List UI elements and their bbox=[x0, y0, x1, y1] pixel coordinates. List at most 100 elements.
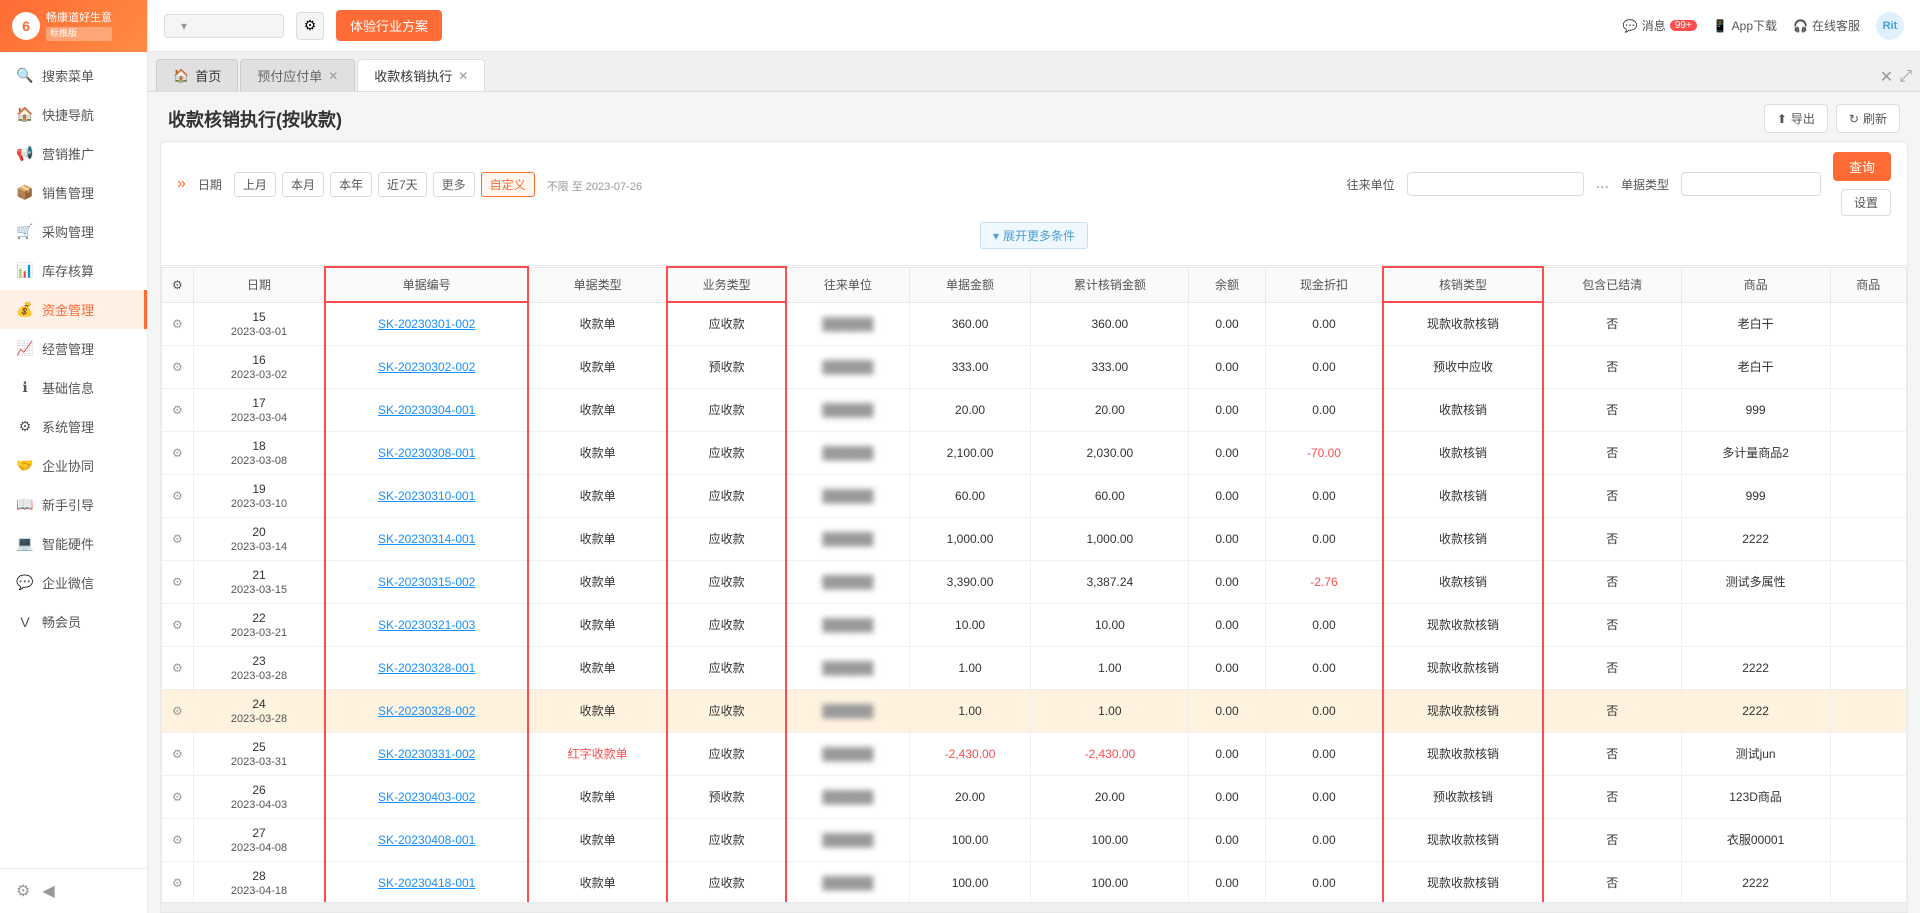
td-single-no-7[interactable]: SK-20230321-003 bbox=[325, 603, 528, 646]
filter-right-actions: 查询 设置 bbox=[1833, 152, 1891, 216]
td-counterpart-0: ██████ bbox=[786, 302, 909, 345]
counterpart-input[interactable] bbox=[1407, 172, 1584, 196]
online-service-btn[interactable]: 🎧 在线客服 bbox=[1793, 17, 1860, 34]
expand-more-btn[interactable]: ▾ 展开更多条件 bbox=[980, 222, 1088, 249]
td-amount-12: 100.00 bbox=[909, 818, 1031, 861]
td-single-no-1[interactable]: SK-20230302-002 bbox=[325, 345, 528, 388]
table-scrollbar[interactable] bbox=[160, 903, 1908, 913]
td-settings-13[interactable]: ⚙ bbox=[162, 861, 194, 903]
td-single-no-0[interactable]: SK-20230301-002 bbox=[325, 302, 528, 345]
sidebar-item-marketing[interactable]: 📢营销推广 bbox=[0, 134, 147, 173]
industry-btn[interactable]: 体验行业方案 bbox=[336, 10, 442, 41]
sidebar-item-search[interactable]: 🔍搜索菜单 bbox=[0, 56, 147, 95]
tab-verify-close[interactable]: ✕ bbox=[458, 69, 468, 83]
topbar-gear-btn[interactable]: ⚙ bbox=[296, 12, 324, 40]
sidebar-item-hardware[interactable]: 💻智能硬件 bbox=[0, 524, 147, 563]
td-date-3: 182023-03-08 bbox=[193, 431, 325, 474]
td-single-no-13[interactable]: SK-20230418-001 bbox=[325, 861, 528, 903]
th-settings[interactable]: ⚙ bbox=[162, 267, 194, 302]
td-single-type-0: 收款单 bbox=[528, 302, 667, 345]
td-date-12: 272023-04-08 bbox=[193, 818, 325, 861]
more-dates-btn[interactable]: 更多 bbox=[433, 172, 475, 197]
user-avatar[interactable]: Rit bbox=[1876, 12, 1904, 40]
td-settings-12[interactable]: ⚙ bbox=[162, 818, 194, 861]
td-settings-9[interactable]: ⚙ bbox=[162, 689, 194, 732]
custom-date-btn[interactable]: 自定义 bbox=[481, 172, 535, 197]
page-actions: ⬆ 导出 ↻ 刷新 bbox=[1764, 104, 1900, 133]
tab-verify[interactable]: 收款核销执行 ✕ bbox=[357, 59, 485, 91]
td-single-no-8[interactable]: SK-20230328-001 bbox=[325, 646, 528, 689]
sidebar-item-guide[interactable]: 📖新手引导 bbox=[0, 485, 147, 524]
td-single-no-11[interactable]: SK-20230403-002 bbox=[325, 775, 528, 818]
sidebar-item-nav[interactable]: 🏠快捷导航 bbox=[0, 95, 147, 134]
td-settings-3[interactable]: ⚙ bbox=[162, 431, 194, 474]
td-single-no-2[interactable]: SK-20230304-001 bbox=[325, 388, 528, 431]
tab-prepay[interactable]: 预付应付单 ✕ bbox=[240, 59, 355, 91]
td-include-settled-0: 否 bbox=[1543, 302, 1681, 345]
td-settings-4[interactable]: ⚙ bbox=[162, 474, 194, 517]
td-settings-7[interactable]: ⚙ bbox=[162, 603, 194, 646]
td-single-no-10[interactable]: SK-20230331-002 bbox=[325, 732, 528, 775]
this-year-btn[interactable]: 本年 bbox=[330, 172, 372, 197]
sidebar-item-corp[interactable]: 🤝企业协同 bbox=[0, 446, 147, 485]
refresh-btn[interactable]: ↻ 刷新 bbox=[1836, 104, 1900, 133]
query-btn[interactable]: 查询 bbox=[1833, 152, 1891, 181]
export-btn[interactable]: ⬆ 导出 bbox=[1764, 104, 1828, 133]
messages-btn[interactable]: 💬 消息 99+ bbox=[1623, 17, 1697, 34]
voucher-type-select[interactable] bbox=[1681, 172, 1821, 196]
td-single-no-12[interactable]: SK-20230408-001 bbox=[325, 818, 528, 861]
filter-expand-icon[interactable]: » bbox=[177, 175, 186, 193]
td-include-settled-4: 否 bbox=[1543, 474, 1681, 517]
td-settings-11[interactable]: ⚙ bbox=[162, 775, 194, 818]
sidebar-item-operation[interactable]: 📈经营管理 bbox=[0, 329, 147, 368]
expand-tab-icon[interactable]: ⤢ bbox=[1899, 68, 1912, 86]
td-settings-5[interactable]: ⚙ bbox=[162, 517, 194, 560]
td-balance-0: 0.00 bbox=[1189, 302, 1265, 345]
td-settings-8[interactable]: ⚙ bbox=[162, 646, 194, 689]
last-month-btn[interactable]: 上月 bbox=[234, 172, 276, 197]
td-cash-discount-5: 0.00 bbox=[1265, 517, 1383, 560]
td-settings-2[interactable]: ⚙ bbox=[162, 388, 194, 431]
td-settings-1[interactable]: ⚙ bbox=[162, 345, 194, 388]
close-tab-icon[interactable]: ✕ bbox=[1880, 67, 1893, 87]
sidebar-item-purchase[interactable]: 🛒采购管理 bbox=[0, 212, 147, 251]
td-settings-6[interactable]: ⚙ bbox=[162, 560, 194, 603]
td-cash-discount-2: 0.00 bbox=[1265, 388, 1383, 431]
sidebar-label-hardware: 智能硬件 bbox=[42, 534, 94, 553]
this-month-btn[interactable]: 本月 bbox=[282, 172, 324, 197]
sidebar-item-inventory[interactable]: 📊库存核算 bbox=[0, 251, 147, 290]
td-single-no-5[interactable]: SK-20230314-001 bbox=[325, 517, 528, 560]
data-table-container: ⚙ 日期 单据编号 单据类型 业务类型 往来单位 单据金额 累计核销金额 余额 … bbox=[160, 266, 1908, 903]
collapse-icon[interactable]: ◀ bbox=[42, 881, 54, 901]
app-download-btn[interactable]: 📱 App下载 bbox=[1713, 17, 1777, 34]
td-settings-10[interactable]: ⚙ bbox=[162, 732, 194, 775]
td-cumulative-6: 3,387.24 bbox=[1031, 560, 1189, 603]
tab-prepay-close[interactable]: ✕ bbox=[328, 69, 338, 83]
sidebar-item-system[interactable]: ⚙系统管理 bbox=[0, 407, 147, 446]
date-filter-label: 日期 bbox=[198, 176, 222, 193]
sidebar-item-sales[interactable]: 📦销售管理 bbox=[0, 173, 147, 212]
search-icon: 🔍 bbox=[16, 67, 34, 84]
td-biz-type-10: 应收款 bbox=[667, 732, 786, 775]
td-settings-0[interactable]: ⚙ bbox=[162, 302, 194, 345]
settings-btn[interactable]: 设置 bbox=[1841, 189, 1891, 216]
sidebar-item-basic[interactable]: ℹ基础信息 bbox=[0, 368, 147, 407]
td-verify-type-2: 收款核销 bbox=[1383, 388, 1543, 431]
td-balance-1: 0.00 bbox=[1189, 345, 1265, 388]
th-include-settled: 包含已结清 bbox=[1543, 267, 1681, 302]
tab-home[interactable]: 🏠 首页 bbox=[156, 59, 238, 91]
sidebar-item-wechat[interactable]: 💬企业微信 bbox=[0, 563, 147, 602]
company-selector[interactable]: ▾ bbox=[164, 14, 284, 38]
sidebar-item-member[interactable]: V畅会员 bbox=[0, 602, 147, 641]
last-7days-btn[interactable]: 近7天 bbox=[378, 172, 427, 197]
td-single-no-6[interactable]: SK-20230315-002 bbox=[325, 560, 528, 603]
td-date-11: 262023-04-03 bbox=[193, 775, 325, 818]
settings-icon[interactable]: ⚙ bbox=[16, 881, 30, 901]
td-single-no-3[interactable]: SK-20230308-001 bbox=[325, 431, 528, 474]
sidebar-item-finance[interactable]: 💰资金管理 bbox=[0, 290, 147, 329]
td-single-no-4[interactable]: SK-20230310-001 bbox=[325, 474, 528, 517]
td-single-type-3: 收款单 bbox=[528, 431, 667, 474]
td-date-7: 222023-03-21 bbox=[193, 603, 325, 646]
more-options-dots[interactable]: ... bbox=[1596, 175, 1609, 193]
td-single-no-9[interactable]: SK-20230328-002 bbox=[325, 689, 528, 732]
